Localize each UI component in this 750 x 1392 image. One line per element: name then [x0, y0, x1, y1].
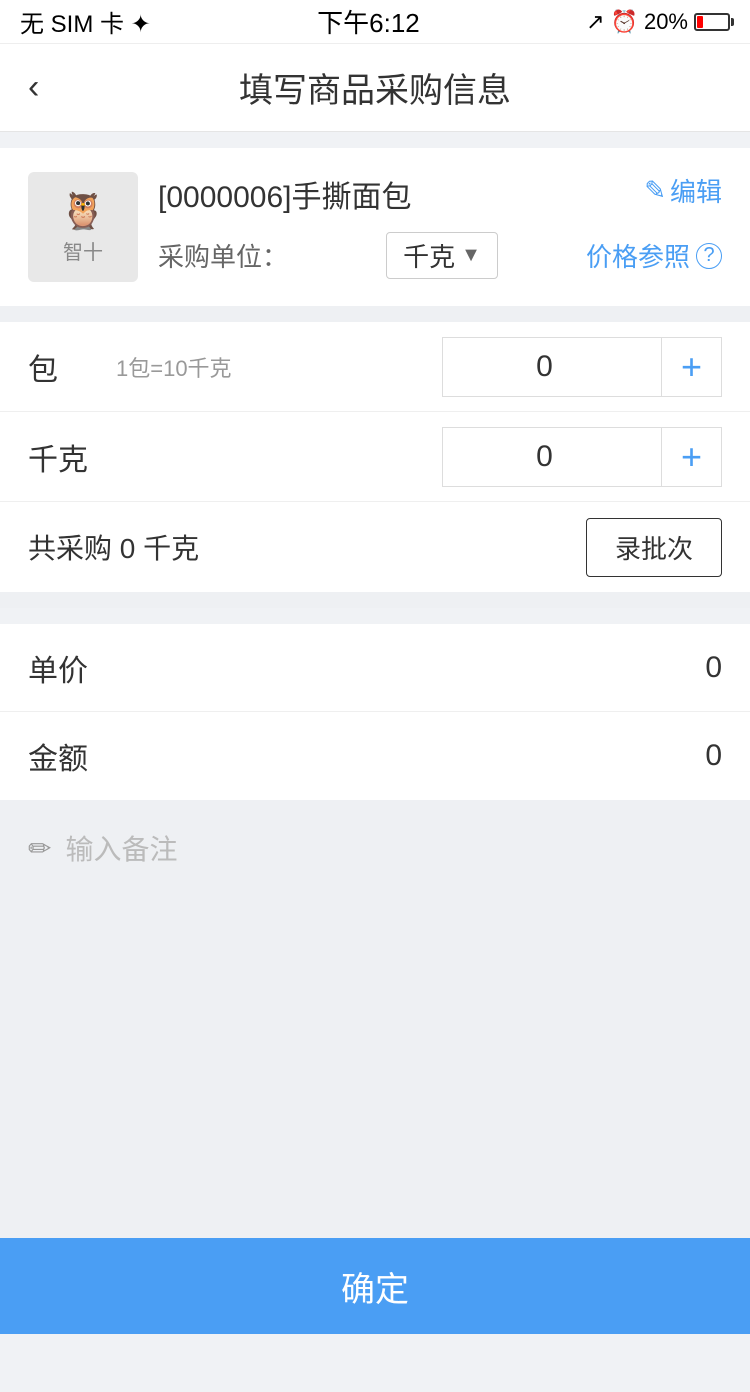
summary-prefix: 共采购 [28, 533, 112, 564]
batch-button[interactable]: 录批次 [586, 518, 722, 577]
product-name: [0000006]手撕面包 [158, 172, 632, 216]
no-sim-text: 无 SIM 卡 ✦ [20, 4, 151, 39]
quantity-plus-kg[interactable]: + [662, 427, 722, 487]
quantity-label-kg: 千克 [28, 435, 108, 479]
quantity-plus-bao[interactable]: + [662, 337, 722, 397]
unit-price-label: 单价 [28, 646, 88, 690]
dropdown-arrow-icon: ▼ [461, 244, 481, 267]
page-title: 填写商品采购信息 [239, 63, 511, 112]
status-right: ↗ ⏰ 20% [586, 9, 730, 35]
total-price-label: 金额 [28, 734, 88, 778]
brand-label: 智十 [63, 236, 103, 265]
product-card: 🦉 智十 [0000006]手撕面包 ✎ 编辑 采购单位： 千克 ▼ 价格参照 … [0, 148, 750, 306]
confirm-label: 确定 [341, 1262, 409, 1311]
unit-label: 采购单位： [158, 237, 288, 274]
edit-icon: ✎ [644, 175, 666, 206]
alarm-icon: ⏰ [611, 9, 638, 35]
status-time: 下午6:12 [317, 3, 420, 40]
summary-value: 0 [120, 533, 136, 564]
product-image: 🦉 智十 [28, 172, 138, 282]
product-info: [0000006]手撕面包 ✎ 编辑 采购单位： 千克 ▼ 价格参照 ? [158, 172, 722, 279]
battery-icon [694, 13, 730, 31]
status-left: 无 SIM 卡 ✦ [20, 4, 151, 39]
quantity-section: 包 1包=10千克 0 + 千克 + 共采购 0 千克 录批次 [0, 322, 750, 592]
edit-button[interactable]: ✎ 编辑 [644, 172, 722, 209]
product-thumbnail-icon: 🦉 [61, 190, 106, 232]
price-section: 单价 0 金额 0 [0, 624, 750, 800]
notes-section[interactable]: ✏ 输入备注 [0, 800, 750, 896]
location-icon: ↗ [586, 9, 604, 35]
help-icon: ? [696, 243, 722, 269]
section-divider-2 [0, 592, 750, 608]
total-price-value: 0 [705, 739, 722, 773]
price-ref-label: 价格参照 [586, 237, 690, 274]
status-bar: 无 SIM 卡 ✦ 下午6:12 ↗ ⏰ 20% [0, 0, 750, 44]
quantity-input-wrap-kg: + [442, 427, 722, 487]
edit-label: 编辑 [670, 172, 722, 209]
back-button[interactable]: ‹ [28, 68, 39, 107]
empty-area [0, 896, 750, 1296]
unit-value: 千克 [403, 237, 455, 274]
summary-text: 共采购 0 千克 [28, 527, 199, 567]
price-row-total: 金额 0 [0, 712, 750, 800]
price-ref-button[interactable]: 价格参照 ? [586, 237, 722, 274]
section-divider [0, 306, 750, 322]
quantity-row-bao: 包 1包=10千克 0 + [0, 322, 750, 412]
nav-bar: ‹ 填写商品采购信息 [0, 44, 750, 132]
pencil-icon: ✏ [28, 832, 51, 865]
unit-select[interactable]: 千克 ▼ [386, 232, 498, 279]
notes-placeholder: 输入备注 [65, 828, 177, 868]
unit-price-value: 0 [705, 651, 722, 685]
price-row-unit: 单价 0 [0, 624, 750, 712]
quantity-input-wrap-bao: 0 + [442, 337, 722, 397]
quantity-sub-label-bao: 1包=10千克 [116, 351, 442, 383]
summary-unit: 千克 [143, 533, 199, 564]
quantity-row-kg: 千克 + [0, 412, 750, 502]
confirm-button[interactable]: 确定 [0, 1238, 750, 1334]
summary-row: 共采购 0 千克 录批次 [0, 502, 750, 592]
quantity-label-bao: 包 [28, 345, 108, 389]
battery-text: 20% [644, 9, 688, 35]
quantity-input-kg[interactable] [442, 427, 662, 487]
quantity-input-bao[interactable]: 0 [442, 337, 662, 397]
